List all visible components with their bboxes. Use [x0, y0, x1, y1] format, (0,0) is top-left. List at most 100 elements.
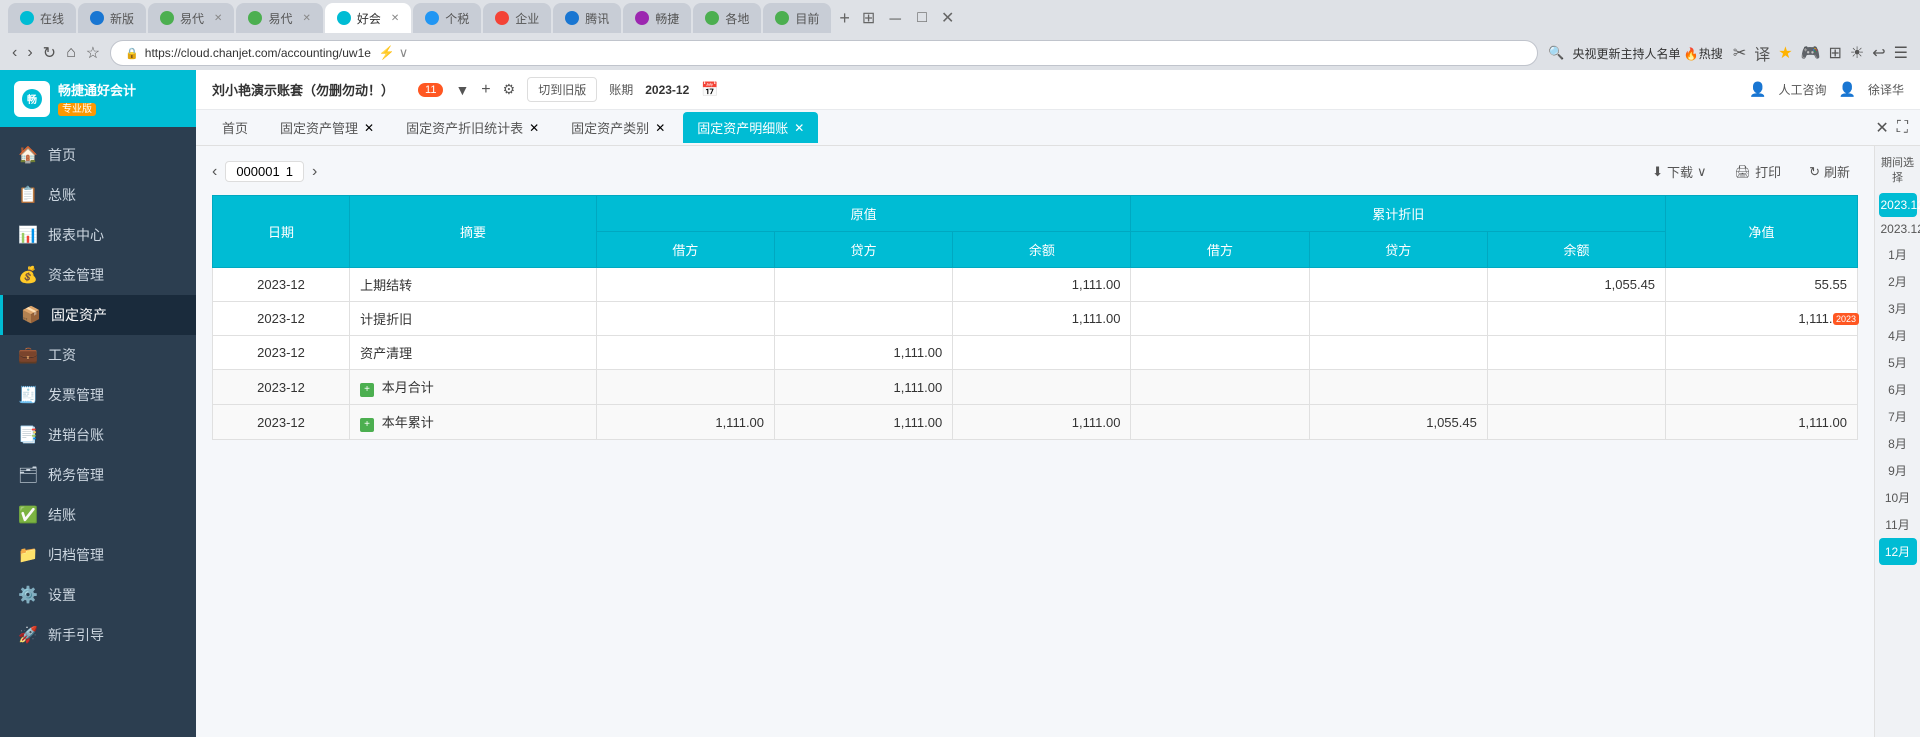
browser-tab-geshui[interactable]: 个税 [413, 3, 481, 33]
period-item-jun[interactable]: 6月 [1879, 376, 1917, 403]
switch-version-button[interactable]: 切到旧版 [527, 77, 597, 102]
close-window-btn[interactable]: ✕ [1875, 118, 1888, 138]
sidebar-item-payroll[interactable]: 💼 工资 [0, 335, 196, 375]
print-button[interactable]: 🖨 打印 [1727, 158, 1790, 185]
browser-tab-changjie[interactable]: 畅捷 [623, 3, 691, 33]
maximize-icon[interactable]: □ [911, 9, 933, 27]
tab-bar: 在线 新版 易代 ✕ 易代 ✕ 好会 ✕ 个税 企业 [0, 0, 1920, 36]
period-item-2023-12-2[interactable]: 2023.12 [1879, 217, 1917, 241]
browser-tab-mubiao[interactable]: 目前 [763, 3, 831, 33]
sidebar-item-reports[interactable]: 📊 报表中心 [0, 215, 196, 255]
sidebar-item-purchase-sales[interactable]: 📑 进销台账 [0, 415, 196, 455]
download-button[interactable]: ⬇ 下载 ∨ [1644, 158, 1714, 185]
tab-close-active-icon[interactable]: ✕ [391, 13, 399, 24]
period-value: 2023-12 [645, 83, 689, 97]
minimize-icon[interactable]: － [881, 6, 909, 30]
browser-tab-yidai1[interactable]: 易代 ✕ [148, 3, 234, 33]
browser-tab-new[interactable]: 新版 [78, 3, 146, 33]
cell-acc-credit-3 [1309, 370, 1487, 405]
help-btn[interactable]: 人工咨询 [1779, 81, 1827, 98]
tab-close-depreciation-stat[interactable]: ✕ [529, 121, 539, 135]
brightness-icon[interactable]: ☀ [1850, 43, 1864, 63]
right-panel: 期间选择 2023.12 2023.12 1月 2月 3月 4月 5月 6月 7… [1874, 146, 1920, 737]
page-id-box: 000001 1 [225, 161, 304, 182]
download-icon: ⬇ [1652, 164, 1663, 180]
period-item-sep[interactable]: 9月 [1879, 457, 1917, 484]
dropdown-button[interactable]: ▼ [455, 82, 469, 98]
browser-tab-yidai2[interactable]: 易代 ✕ [236, 3, 322, 33]
period-item-jan[interactable]: 1月 [1879, 241, 1917, 268]
period-item-oct[interactable]: 10月 [1879, 484, 1917, 511]
tab-fixed-asset-category[interactable]: 固定资产类别 ✕ [557, 112, 679, 143]
browser-tab-haokuaiji[interactable]: 好会 ✕ [325, 3, 411, 33]
sidebar-item-closing[interactable]: ✅ 结账 [0, 495, 196, 535]
sidebar-item-finance[interactable]: 💰 资金管理 [0, 255, 196, 295]
cell-date-0: 2023-12 [213, 268, 350, 302]
sidebar-item-archive[interactable]: 📁 归档管理 [0, 535, 196, 575]
sidebar-item-home[interactable]: 🏠 首页 [0, 135, 196, 175]
tab-close-icon[interactable]: ✕ [214, 13, 222, 24]
url-input[interactable]: 🔒 https://cloud.chanjet.com/accounting/u… [110, 40, 1538, 66]
tab-fixed-asset-ledger[interactable]: 固定资产明细账 ✕ [683, 112, 818, 143]
sidebar-item-tax[interactable]: 🗂 税务管理 [0, 455, 196, 495]
page-num: 1 [286, 164, 293, 179]
tab-home[interactable]: 首页 [208, 112, 262, 143]
tab-close-fixed-asset-mgmt[interactable]: ✕ [364, 121, 374, 135]
sidebar-label-tax: 税务管理 [48, 465, 104, 485]
menu-icon[interactable]: ☰ [1894, 43, 1908, 63]
sidebar-item-guide[interactable]: 🚀 新手引导 [0, 615, 196, 655]
browser-tab-tencent[interactable]: 腾讯 [553, 3, 621, 33]
next-page-btn[interactable]: › [312, 163, 317, 181]
tab-close-icon2[interactable]: ✕ [302, 13, 310, 24]
period-item-apr[interactable]: 4月 [1879, 322, 1917, 349]
period-item-2023-12-top[interactable]: 2023.12 [1879, 193, 1917, 217]
sidebar-label-invoice: 发票管理 [48, 385, 104, 405]
forward-button[interactable]: › [27, 44, 32, 62]
period-item-feb[interactable]: 2月 [1879, 268, 1917, 295]
settings-button[interactable]: ⚙ [503, 81, 516, 98]
tab-close-fixed-asset-ledger[interactable]: ✕ [794, 121, 804, 135]
game-icon[interactable]: 🎮 [1801, 43, 1821, 63]
th-net-value: 净值 [1666, 196, 1858, 268]
bookmark-button[interactable]: ☆ [86, 43, 100, 63]
tab-close-fixed-asset-category[interactable]: ✕ [655, 121, 665, 135]
prev-page-btn[interactable]: ‹ [212, 163, 217, 181]
close-icon[interactable]: ✕ [935, 8, 960, 28]
period-item-may[interactable]: 5月 [1879, 349, 1917, 376]
period-item-mar[interactable]: 3月 [1879, 295, 1917, 322]
sidebar-item-settings[interactable]: ⚙️ 设置 [0, 575, 196, 615]
period-item-nov[interactable]: 11月 [1879, 511, 1917, 538]
browser-tab-qiye[interactable]: 企业 [483, 3, 551, 33]
browser-tab-online[interactable]: 在线 [8, 3, 76, 33]
period-item-jul[interactable]: 7月 [1879, 403, 1917, 430]
star-icon[interactable]: ★ [1778, 43, 1792, 63]
back-button[interactable]: ‹ [12, 44, 17, 62]
tab-grid-icon[interactable]: ⊞ [858, 8, 879, 28]
scissors-icon[interactable]: ✂ [1733, 43, 1746, 63]
period-item-aug[interactable]: 8月 [1879, 430, 1917, 457]
refresh-button[interactable]: ↻ 刷新 [1801, 158, 1858, 185]
search-box[interactable]: 🔍 央视更新主持人名单 🔥热搜 [1548, 45, 1722, 62]
sidebar-item-ledger[interactable]: 📋 总账 [0, 175, 196, 215]
tab-fixed-asset-mgmt[interactable]: 固定资产管理 ✕ [266, 112, 388, 143]
undo-icon[interactable]: ↩ [1872, 43, 1885, 63]
browser-tab-gedi[interactable]: 各地 [693, 3, 761, 33]
sidebar-item-invoice[interactable]: 🧾 发票管理 [0, 375, 196, 415]
table-row-monthly-total: 2023-12 + 本月合计 1,111.00 [213, 370, 1858, 405]
sidebar-brand: 畅 畅捷通好会计 专业版 [0, 70, 196, 127]
home-button[interactable]: ⌂ [66, 44, 76, 62]
translate-icon[interactable]: 译 [1754, 41, 1770, 65]
new-tab-button[interactable]: + [833, 8, 856, 29]
reload-button[interactable]: ↻ [43, 43, 56, 63]
grid-icon[interactable]: ⊞ [1829, 43, 1842, 63]
page-tabs: 首页 固定资产管理 ✕ 固定资产折旧统计表 ✕ 固定资产类别 ✕ 固定资产明细账… [196, 110, 1920, 146]
period-item-dec[interactable]: 12月 [1879, 538, 1917, 565]
tab-depreciation-stat[interactable]: 固定资产折旧统计表 ✕ [392, 112, 553, 143]
calendar-icon[interactable]: 📅 [701, 81, 718, 98]
expand-window-btn[interactable]: ⛶ [1897, 119, 1908, 137]
add-account-button[interactable]: + [481, 81, 490, 99]
cell-orig-debit-0 [596, 268, 774, 302]
browser-tools: ✂ 译 ★ 🎮 ⊞ ☀ ↩ ☰ [1733, 41, 1908, 65]
sidebar-item-fixed-assets[interactable]: 📦 固定资产 [0, 295, 196, 335]
help-icon: 👤 [1749, 81, 1766, 98]
